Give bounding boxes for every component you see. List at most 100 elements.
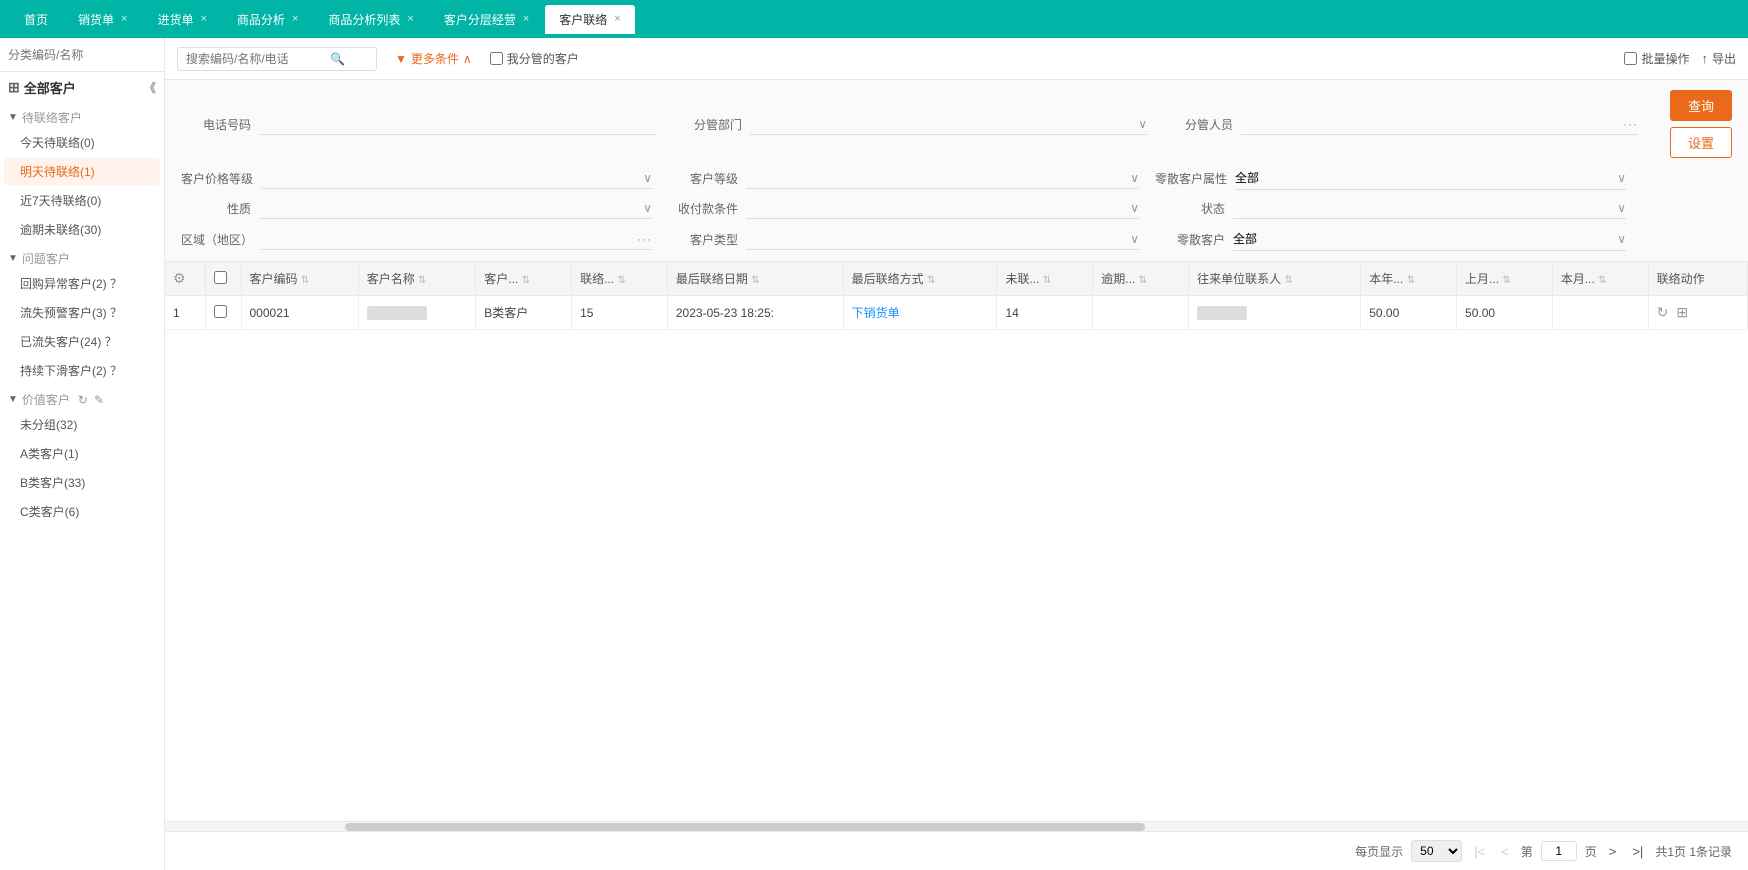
filter-region-input[interactable]: ··· bbox=[261, 229, 652, 250]
sort-icon[interactable]: ⇅ bbox=[617, 275, 625, 286]
search-box[interactable]: 🔍 bbox=[177, 47, 377, 71]
close-icon[interactable]: × bbox=[292, 13, 298, 25]
sort-icon[interactable]: ⇅ bbox=[418, 275, 426, 286]
batch-op-btn[interactable]: 批量操作 bbox=[1624, 50, 1689, 67]
col-last-date-label: 最后联络日期 bbox=[676, 272, 748, 286]
filter-region-label: 区域（地区） bbox=[181, 231, 253, 248]
grid-action-icon[interactable]: ⊞ bbox=[1676, 304, 1688, 321]
sidebar-all-customers[interactable]: ⊞ 全部客户 《 bbox=[0, 72, 164, 103]
close-icon[interactable]: × bbox=[121, 13, 127, 25]
nav-item-home[interactable]: 首页 bbox=[10, 5, 62, 34]
refresh-action-icon[interactable]: ↻ bbox=[1657, 304, 1669, 321]
sort-icon[interactable]: ⇅ bbox=[1284, 275, 1292, 286]
sidebar-item-overdue[interactable]: 逾期未联络(30) bbox=[4, 216, 160, 243]
scrollbar-thumb[interactable] bbox=[345, 823, 1145, 831]
per-page-select[interactable]: 50 100 bbox=[1411, 840, 1462, 862]
sort-icon[interactable]: ⇅ bbox=[927, 275, 935, 286]
sort-icon[interactable]: ⇅ bbox=[1407, 275, 1415, 286]
select-all-checkbox[interactable] bbox=[214, 271, 227, 284]
sidebar-item-tomorrow[interactable]: 明天待联络(1) bbox=[4, 158, 160, 185]
filter-status-select[interactable]: ∨ bbox=[1233, 198, 1626, 219]
sort-icon[interactable]: ⇅ bbox=[1502, 275, 1510, 286]
close-icon[interactable]: × bbox=[523, 13, 529, 25]
table-row: 1 000021 B类客户 15 2023-05-23 18:25: 下销货单 bbox=[165, 296, 1748, 330]
edit-icon[interactable]: ✎ bbox=[94, 393, 104, 407]
filter-customer-level-select[interactable]: ∨ bbox=[746, 168, 1139, 189]
sidebar-item-churn-warning[interactable]: 流失预警客户(3) ？ bbox=[4, 299, 160, 326]
filter-customer-level: 客户等级 ∨ bbox=[668, 168, 1139, 189]
col-this-year: 本年... ⇅ bbox=[1361, 262, 1457, 296]
collapse-icon[interactable]: 《 bbox=[144, 79, 156, 96]
col-action-label: 联络动作 bbox=[1657, 272, 1705, 286]
filter-region: 区域（地区） ··· bbox=[181, 229, 652, 250]
sidebar-item-class-c[interactable]: C类客户(6) bbox=[4, 498, 160, 525]
filter-price-level-select[interactable]: ∨ bbox=[261, 168, 652, 189]
last-page-btn[interactable]: >| bbox=[1628, 842, 1647, 861]
gear-icon[interactable]: ⚙ bbox=[173, 270, 186, 286]
sidebar-search-input[interactable] bbox=[8, 48, 163, 62]
my-customers-checkbox[interactable]: 我分管的客户 bbox=[490, 50, 579, 67]
sort-icon[interactable]: ⇅ bbox=[301, 275, 309, 286]
my-customers-check[interactable] bbox=[490, 52, 503, 65]
total-label: 共1页 1条记录 bbox=[1655, 843, 1732, 860]
more-conditions-btn[interactable]: ▼ 更多条件 ∧ bbox=[387, 46, 480, 71]
prev-page-btn[interactable]: < bbox=[1497, 842, 1513, 861]
sidebar-item-today[interactable]: 今天待联络(0) bbox=[4, 129, 160, 156]
col-company-contacts: 往来单位联系人 ⇅ bbox=[1189, 262, 1361, 296]
first-page-btn[interactable]: |< bbox=[1470, 842, 1489, 861]
sort-icon[interactable]: ⇅ bbox=[1043, 275, 1051, 286]
chevron-down-icon: ∨ bbox=[1130, 201, 1139, 215]
cell-code: 000021 bbox=[241, 296, 358, 330]
page-number-input[interactable] bbox=[1541, 841, 1577, 861]
close-icon[interactable]: × bbox=[407, 13, 413, 25]
sidebar-item-7days[interactable]: 近7天待联络(0) bbox=[4, 187, 160, 214]
export-btn[interactable]: ↑ 导出 bbox=[1701, 50, 1736, 67]
refresh-icon[interactable]: ↻ bbox=[78, 393, 88, 407]
sort-icon[interactable]: ⇅ bbox=[522, 275, 530, 286]
filter-dept-select[interactable]: ∨ bbox=[750, 114, 1147, 135]
filter-retail-customer-select[interactable]: 全部 ∨ bbox=[1233, 227, 1626, 251]
nav-item-customer-tier[interactable]: 客户分层经营 × bbox=[430, 5, 543, 34]
sidebar-item-declining[interactable]: 持续下滑客户(2) ？ bbox=[4, 357, 160, 384]
col-last-way: 最后联络方式 ⇅ bbox=[843, 262, 997, 296]
content-area: 🔍 ▼ 更多条件 ∧ 我分管的客户 批量操作 ↑ 导出 bbox=[165, 38, 1748, 870]
row-checkbox[interactable] bbox=[214, 305, 227, 318]
next-page-btn[interactable]: > bbox=[1605, 842, 1621, 861]
sidebar-item-class-b[interactable]: B类客户(33) bbox=[4, 469, 160, 496]
sidebar-item-repurchase-abnormal[interactable]: 回购异常客户(2) ？ bbox=[4, 270, 160, 297]
sort-icon[interactable]: ⇅ bbox=[751, 275, 759, 286]
nav-item-customer-contact[interactable]: 客户联络 × bbox=[545, 5, 634, 34]
main-search-input[interactable] bbox=[186, 52, 326, 66]
nav-item-product-list[interactable]: 商品分析列表 × bbox=[314, 5, 427, 34]
page-label: 第 bbox=[1521, 843, 1533, 860]
filter-person-input[interactable]: ··· bbox=[1241, 114, 1638, 135]
sidebar-item-ungrouped[interactable]: 未分组(32) bbox=[4, 411, 160, 438]
settings-button[interactable]: 设置 bbox=[1670, 127, 1732, 158]
filter-customer-type-select[interactable]: ∨ bbox=[746, 229, 1139, 250]
filter-retail-attr-select[interactable]: 全部 ∨ bbox=[1235, 166, 1626, 190]
filter-nature-select[interactable]: ∨ bbox=[259, 198, 652, 219]
filter-phone-input[interactable] bbox=[259, 114, 656, 135]
filter-nature-label: 性质 bbox=[181, 200, 251, 217]
sidebar-item-churned[interactable]: 已流失客户(24) ？ bbox=[4, 328, 160, 355]
filter-dept: 分管部门 ∨ bbox=[672, 114, 1147, 135]
filter-payment-select[interactable]: ∨ bbox=[746, 198, 1139, 219]
query-button[interactable]: 查询 bbox=[1670, 90, 1732, 121]
nav-item-sales[interactable]: 销货单 × bbox=[64, 5, 141, 34]
arrow-icon: ▼ bbox=[8, 253, 18, 264]
horizontal-scrollbar[interactable] bbox=[165, 821, 1748, 831]
close-icon[interactable]: × bbox=[200, 13, 206, 25]
sidebar: 🔍 ⊞ 全部客户 《 ▼ 待联络客户 今天待联络(0) 明天待联络(1) 近7天… bbox=[0, 38, 165, 870]
filter-actions: 查询 设置 bbox=[1670, 90, 1732, 158]
nav-item-purchase[interactable]: 进货单 × bbox=[143, 5, 220, 34]
col-last-way-label: 最后联络方式 bbox=[852, 272, 924, 286]
sidebar-item-class-a[interactable]: A类客户(1) bbox=[4, 440, 160, 467]
last-way-link[interactable]: 下销货单 bbox=[852, 306, 900, 320]
close-icon[interactable]: × bbox=[614, 13, 620, 25]
sort-icon[interactable]: ⇅ bbox=[1139, 275, 1147, 286]
nav-item-product-analysis[interactable]: 商品分析 × bbox=[223, 5, 312, 34]
sort-icon[interactable]: ⇅ bbox=[1598, 275, 1606, 286]
batch-op-check[interactable] bbox=[1624, 52, 1637, 65]
cell-type: B类客户 bbox=[476, 296, 572, 330]
search-icon[interactable]: 🔍 bbox=[330, 52, 345, 66]
